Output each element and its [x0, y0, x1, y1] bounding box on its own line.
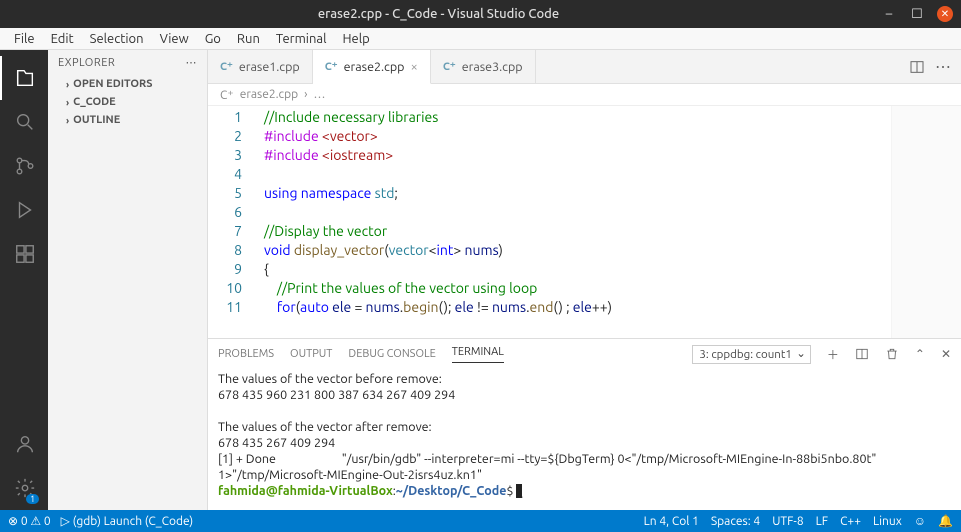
sidebar-section-outline[interactable]: ›OUTLINE — [48, 111, 207, 129]
breadcrumb[interactable]: C⁺ erase2.cpp › … — [208, 84, 961, 106]
tabbar: C⁺ erase1.cpp C⁺ erase2.cpp × C⁺ erase3.cpp ⋯ — [208, 50, 961, 84]
chevron-right-icon: › — [66, 79, 69, 90]
status-launch[interactable]: ▷ (gdb) Launch (C_Code) — [61, 514, 194, 528]
menu-file[interactable]: File — [6, 32, 43, 46]
status-errors[interactable]: ⊗ 0 ⚠ 0 — [8, 514, 51, 528]
trash-icon[interactable] — [885, 347, 899, 361]
sourcecontrol-icon[interactable] — [0, 144, 48, 188]
tab-label: erase1.cpp — [239, 60, 300, 74]
terminal-selector[interactable]: 3: cppdbg: count1 — [692, 345, 810, 364]
sidebar: EXPLORER ⋯ ›OPEN EDITORS›C_CODE›OUTLINE — [48, 50, 208, 510]
cpp-icon: C⁺ — [220, 88, 234, 102]
menubar: FileEditSelectionViewGoRunTerminalHelp — [0, 28, 961, 50]
tab-erase3-cpp[interactable]: C⁺ erase3.cpp — [431, 50, 536, 83]
cpp-icon: C⁺ — [325, 60, 338, 73]
split-editor-icon[interactable] — [909, 59, 925, 75]
sidebar-header: EXPLORER ⋯ — [48, 50, 207, 75]
panel-tab-output[interactable]: OUTPUT — [290, 348, 332, 360]
panel-tabs: PROBLEMS OUTPUT DEBUG CONSOLE TERMINAL 3: cp… — [208, 339, 961, 369]
tab-erase1-cpp[interactable]: C⁺ erase1.cpp — [208, 50, 313, 83]
more-actions-icon[interactable]: ⋯ — [935, 57, 951, 76]
maximize-button[interactable]: ☐ — [909, 6, 925, 22]
menu-view[interactable]: View — [152, 32, 197, 46]
menu-selection[interactable]: Selection — [82, 32, 152, 46]
status-ln[interactable]: Ln 4, Col 1 — [644, 515, 699, 528]
activitybar: 1 — [0, 50, 48, 510]
panel: PROBLEMS OUTPUT DEBUG CONSOLE TERMINAL 3: cp… — [208, 338, 961, 510]
minimize-button[interactable]: – — [881, 6, 897, 22]
bell-icon[interactable]: 🔔 — [938, 514, 953, 528]
extensions-icon[interactable] — [0, 232, 48, 276]
tab-actions: ⋯ — [899, 50, 961, 83]
panel-close-icon[interactable]: ✕ — [941, 347, 951, 361]
chevron-up-icon[interactable]: ⌃ — [915, 347, 925, 361]
tab-label: erase3.cpp — [462, 60, 523, 74]
gear-icon[interactable]: 1 — [0, 466, 48, 510]
titlebar: erase2.cpp - C_Code - Visual Studio Code… — [0, 0, 961, 28]
tab-erase2-cpp[interactable]: C⁺ erase2.cpp × — [313, 50, 431, 84]
status-os[interactable]: Linux — [873, 515, 902, 528]
tab-label: erase2.cpp — [344, 60, 405, 74]
line-gutter: 1234567891011 — [208, 106, 256, 338]
settings-badge: 1 — [26, 494, 39, 504]
sidebar-title: EXPLORER — [58, 57, 186, 69]
explorer-icon[interactable] — [0, 56, 48, 100]
chevron-right-icon: › — [66, 115, 69, 126]
split-terminal-icon[interactable] — [855, 347, 869, 361]
status-lang[interactable]: C++ — [840, 515, 861, 528]
chevron-right-icon: › — [66, 97, 69, 108]
menu-go[interactable]: Go — [197, 32, 229, 46]
status-enc[interactable]: UTF-8 — [772, 515, 803, 528]
terminal-body[interactable]: The values of the vector before remove:6… — [208, 369, 961, 510]
cpp-icon: C⁺ — [443, 60, 456, 73]
minimap[interactable] — [891, 106, 961, 338]
menu-terminal[interactable]: Terminal — [268, 32, 335, 46]
status-spaces[interactable]: Spaces: 4 — [711, 515, 760, 528]
account-icon[interactable] — [0, 422, 48, 466]
status-eol[interactable]: LF — [816, 515, 828, 528]
breadcrumb-file: erase2.cpp — [240, 88, 298, 101]
feedback-icon[interactable]: ☺ — [914, 514, 926, 528]
breadcrumb-rest: … — [314, 88, 326, 101]
statusbar: ⊗ 0 ⚠ 0 ▷ (gdb) Launch (C_Code) Ln 4, Co… — [0, 510, 961, 532]
panel-tab-problems[interactable]: PROBLEMS — [218, 348, 274, 360]
sidebar-section-c_code[interactable]: ›C_CODE — [48, 93, 207, 111]
new-terminal-icon[interactable]: ＋ — [827, 346, 839, 363]
cpp-icon: C⁺ — [220, 60, 233, 73]
menu-help[interactable]: Help — [334, 32, 377, 46]
search-icon[interactable] — [0, 100, 48, 144]
panel-tab-debug-console[interactable]: DEBUG CONSOLE — [348, 348, 435, 360]
window-title: erase2.cpp - C_Code - Visual Studio Code — [8, 7, 869, 21]
code-content[interactable]: //Include necessary libraries#include <v… — [256, 106, 891, 338]
sidebar-section-open-editors[interactable]: ›OPEN EDITORS — [48, 75, 207, 93]
more-icon[interactable]: ⋯ — [186, 56, 198, 69]
code-editor[interactable]: 1234567891011 //Include necessary librar… — [208, 106, 961, 338]
chevron-right-icon: › — [304, 88, 307, 101]
menu-edit[interactable]: Edit — [43, 32, 82, 46]
menu-run[interactable]: Run — [229, 32, 268, 46]
close-tab-icon[interactable]: × — [411, 60, 418, 74]
run-icon[interactable] — [0, 188, 48, 232]
close-button[interactable]: ✕ — [937, 6, 953, 22]
panel-tab-terminal[interactable]: TERMINAL — [452, 346, 504, 363]
